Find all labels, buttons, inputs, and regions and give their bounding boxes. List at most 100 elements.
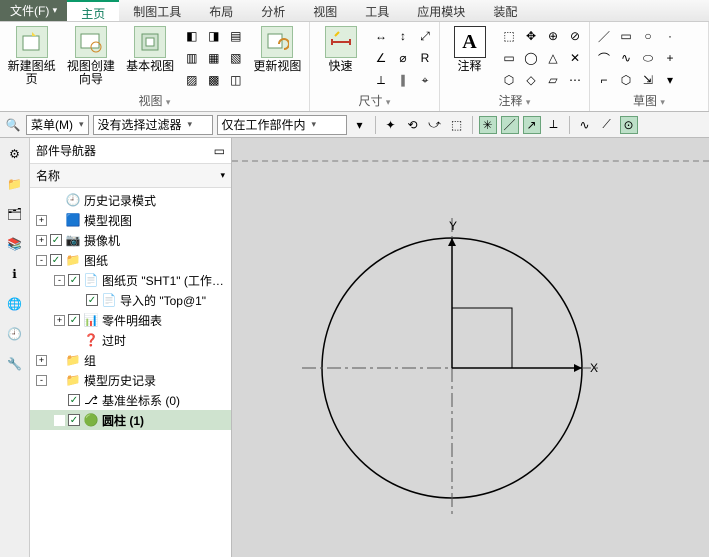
plus-icon[interactable]: + <box>660 48 680 68</box>
tab-layout[interactable]: 布局 <box>195 0 247 21</box>
snap-curve-icon[interactable]: ∿ <box>576 116 594 134</box>
tree-node[interactable]: +✓📷摄像机 <box>30 230 231 250</box>
tree-node[interactable]: 🕘历史记录模式 <box>30 190 231 210</box>
annot-icon[interactable]: ▱ <box>543 70 563 90</box>
tab-home[interactable]: 主页 <box>67 0 119 21</box>
tree-node[interactable]: ✓🟢圆柱 (1) <box>30 410 231 430</box>
col-menu-icon[interactable]: ▾ <box>220 170 225 181</box>
expand-icon[interactable] <box>54 415 65 426</box>
snap-center-icon[interactable]: ⊙ <box>620 116 638 134</box>
dim-icon[interactable]: ⌖ <box>415 70 435 90</box>
checkbox[interactable]: ✓ <box>68 274 80 286</box>
annot-icon[interactable]: ⊘ <box>565 26 585 46</box>
small-tool-icon[interactable]: ▧ <box>226 48 246 68</box>
dim-icon[interactable]: ↕ <box>393 26 413 46</box>
tree-node[interactable]: +✓📊零件明细表 <box>30 310 231 330</box>
scope-combo[interactable]: 仅在工作部件内▾ <box>217 115 347 135</box>
tree-node[interactable]: -✓📁图纸 <box>30 250 231 270</box>
small-tool-icon[interactable]: ◫ <box>226 70 246 90</box>
small-tool-icon[interactable]: ▥ <box>182 48 202 68</box>
tab-application[interactable]: 应用模块 <box>403 0 479 21</box>
rect-icon[interactable]: ▭ <box>616 26 636 46</box>
expand-icon[interactable] <box>36 195 47 206</box>
line-icon[interactable]: ／ <box>594 26 614 46</box>
annot-icon[interactable]: ⋯ <box>565 70 585 90</box>
gear-icon[interactable]: ⚙ <box>5 144 25 164</box>
expand-icon[interactable]: + <box>36 355 47 366</box>
small-tool-icon[interactable]: ▦ <box>204 48 224 68</box>
circle-icon[interactable]: ○ <box>638 26 658 46</box>
dim-icon[interactable]: ⤢ <box>415 26 435 46</box>
small-tool-icon[interactable]: ◨ <box>204 26 224 46</box>
fillet-icon[interactable]: ⌐ <box>594 70 614 90</box>
tool-icon[interactable]: ✦ <box>382 116 400 134</box>
expand-icon[interactable] <box>54 395 65 406</box>
expand-icon[interactable]: + <box>54 315 65 326</box>
spline-icon[interactable]: ∿ <box>616 48 636 68</box>
filter-combo[interactable]: 没有选择过滤器▾ <box>93 115 213 135</box>
tree-node[interactable]: ✓📄导入的 "Top@1" <box>30 290 231 310</box>
annot-icon[interactable]: △ <box>543 48 563 68</box>
annot-icon[interactable]: ✥ <box>521 26 541 46</box>
checkbox[interactable]: ✓ <box>50 254 62 266</box>
tool-icon[interactable]: ⬚ <box>448 116 466 134</box>
tree-node[interactable]: +📁组 <box>30 350 231 370</box>
history-icon[interactable]: 🕘 <box>5 324 25 344</box>
update-view-button[interactable]: 更新视图 <box>250 24 305 75</box>
arc-icon[interactable]: ⌒ <box>594 48 614 68</box>
snap-icon[interactable]: ⟂ <box>545 116 563 134</box>
checkbox[interactable]: ✓ <box>86 294 98 306</box>
tree-node[interactable]: -📁模型历史记录 <box>30 370 231 390</box>
rapid-dim-button[interactable]: 快速 <box>314 24 367 75</box>
snap-icon[interactable]: ／ <box>501 116 519 134</box>
expand-icon[interactable]: + <box>36 215 47 226</box>
part-nav-icon[interactable]: 📁 <box>5 174 25 194</box>
new-sheet-button[interactable]: 新建图纸页 <box>4 24 59 88</box>
snap-tangent-icon[interactable]: ⟋ <box>598 116 616 134</box>
tab-tools[interactable]: 工具 <box>351 0 403 21</box>
expand-icon[interactable]: - <box>36 375 47 386</box>
point-icon[interactable]: · <box>660 26 680 46</box>
drawing-canvas[interactable]: X Y <box>232 138 709 557</box>
tab-analysis[interactable]: 分析 <box>247 0 299 21</box>
annot-icon[interactable]: ✕ <box>565 48 585 68</box>
info-icon[interactable]: ℹ <box>5 264 25 284</box>
dim-icon[interactable]: ↔ <box>371 26 391 46</box>
dim-icon[interactable]: ⌀ <box>393 48 413 68</box>
reuse-lib-icon[interactable]: 📚 <box>5 234 25 254</box>
note-button[interactable]: A 注释 <box>444 24 495 75</box>
base-view-button[interactable]: 基本视图 <box>123 24 178 75</box>
nav-pin-icon[interactable]: ▭ <box>214 144 225 158</box>
tab-drafting-tools[interactable]: 制图工具 <box>119 0 195 21</box>
tool-icon[interactable]: ⟲ <box>404 116 422 134</box>
more-icon[interactable]: ▾ <box>660 70 680 90</box>
scope-toggle-icon[interactable]: ▾ <box>351 116 369 134</box>
expand-icon[interactable]: - <box>36 255 47 266</box>
polygon-icon[interactable]: ⬡ <box>616 70 636 90</box>
small-tool-icon[interactable]: ▤ <box>226 26 246 46</box>
small-tool-icon[interactable]: ▨ <box>182 70 202 90</box>
tree-node[interactable]: ❓过时 <box>30 330 231 350</box>
annot-icon[interactable]: ⬚ <box>499 26 519 46</box>
dim-icon[interactable]: ∠ <box>371 48 391 68</box>
annot-icon[interactable]: ▭ <box>499 48 519 68</box>
ellipse-icon[interactable]: ⬭ <box>638 48 658 68</box>
checkbox[interactable]: ✓ <box>68 394 80 406</box>
dim-icon[interactable]: ∥ <box>393 70 413 90</box>
snap-icon[interactable]: ↗ <box>523 116 541 134</box>
view-wizard-button[interactable]: 视图创建向导 <box>63 24 118 88</box>
tool-icon[interactable]: ⤻ <box>426 116 444 134</box>
checkbox[interactable]: ✓ <box>68 314 80 326</box>
small-tool-icon[interactable]: ▩ <box>204 70 224 90</box>
expand-icon[interactable]: - <box>54 275 65 286</box>
expand-icon[interactable]: + <box>36 235 47 246</box>
tab-assembly[interactable]: 装配 <box>479 0 531 21</box>
checkbox[interactable]: ✓ <box>50 234 62 246</box>
process-icon[interactable]: 🔧 <box>5 354 25 374</box>
assembly-nav-icon[interactable]: 🗂 <box>5 204 25 224</box>
expand-icon[interactable] <box>54 335 65 346</box>
annot-icon[interactable]: ⬡ <box>499 70 519 90</box>
annot-icon[interactable]: ◯ <box>521 48 541 68</box>
web-icon[interactable]: 🌐 <box>5 294 25 314</box>
dim-icon[interactable]: R <box>415 48 435 68</box>
